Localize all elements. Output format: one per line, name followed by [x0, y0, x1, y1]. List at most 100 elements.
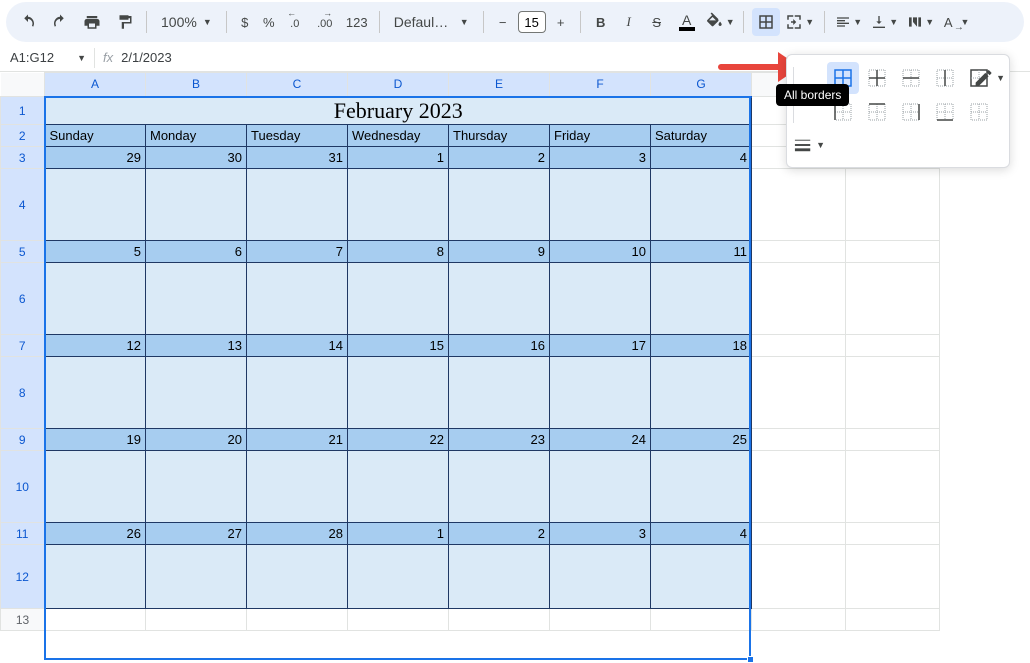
more-formats-button[interactable]: 123 [343, 8, 371, 36]
calendar-cell[interactable] [146, 263, 247, 335]
italic-button[interactable]: I [617, 8, 641, 36]
calendar-cell[interactable] [651, 169, 752, 241]
undo-button[interactable] [14, 8, 42, 36]
row-header[interactable]: 5 [1, 241, 45, 263]
calendar-cell[interactable] [146, 357, 247, 429]
paint-format-button[interactable] [110, 8, 138, 36]
border-top-button[interactable] [861, 96, 893, 128]
calendar-cell[interactable] [651, 545, 752, 609]
calendar-cell[interactable] [449, 545, 550, 609]
col-header[interactable]: A [45, 73, 146, 97]
calendar-day[interactable]: 15 [348, 335, 449, 357]
increase-font-button[interactable]: + [550, 8, 572, 36]
row-header[interactable]: 7 [1, 335, 45, 357]
font-family-dropdown[interactable]: Defaul…▼ [388, 14, 475, 30]
cell[interactable] [752, 429, 846, 451]
row-header[interactable]: 3 [1, 147, 45, 169]
border-vertical-button[interactable] [929, 62, 961, 94]
col-header[interactable]: C [247, 73, 348, 97]
cell[interactable] [846, 357, 940, 429]
calendar-cell[interactable] [146, 451, 247, 523]
calendar-day[interactable]: 20 [146, 429, 247, 451]
cell[interactable] [846, 169, 940, 241]
calendar-cell[interactable] [247, 169, 348, 241]
cell[interactable] [846, 241, 940, 263]
calendar-cell[interactable] [550, 357, 651, 429]
calendar-title[interactable]: February 2023 [45, 97, 752, 125]
border-style-button[interactable]: ▼ [793, 129, 825, 161]
calendar-cell[interactable] [449, 169, 550, 241]
cell[interactable] [846, 451, 940, 523]
calendar-cell[interactable] [348, 357, 449, 429]
calendar-dow[interactable]: Friday [550, 125, 651, 147]
horizontal-align-button[interactable]: ▼ [833, 8, 865, 36]
cell[interactable] [752, 357, 846, 429]
calendar-day[interactable]: 28 [247, 523, 348, 545]
strikethrough-button[interactable]: S [645, 8, 669, 36]
calendar-dow[interactable]: Saturday [651, 125, 752, 147]
col-header[interactable]: G [651, 73, 752, 97]
calendar-cell[interactable] [550, 545, 651, 609]
calendar-day[interactable]: 27 [146, 523, 247, 545]
calendar-cell[interactable] [348, 451, 449, 523]
calendar-cell[interactable] [45, 169, 146, 241]
calendar-day[interactable]: 10 [550, 241, 651, 263]
border-bottom-button[interactable] [929, 96, 961, 128]
col-header[interactable]: B [146, 73, 247, 97]
calendar-cell[interactable] [550, 263, 651, 335]
calendar-cell[interactable] [550, 169, 651, 241]
calendar-cell[interactable] [348, 545, 449, 609]
select-all-corner[interactable] [1, 73, 45, 97]
calendar-day[interactable]: 30 [146, 147, 247, 169]
calendar-cell[interactable] [45, 357, 146, 429]
col-header[interactable]: E [449, 73, 550, 97]
col-header[interactable]: D [348, 73, 449, 97]
text-wrap-button[interactable]: ▼ [905, 8, 937, 36]
calendar-dow[interactable]: Sunday [45, 125, 146, 147]
calendar-day[interactable]: 14 [247, 335, 348, 357]
decrease-font-button[interactable]: − [492, 8, 514, 36]
calendar-cell[interactable] [449, 357, 550, 429]
calendar-day[interactable]: 11 [651, 241, 752, 263]
calendar-day[interactable]: 21 [247, 429, 348, 451]
calendar-day[interactable]: 6 [146, 241, 247, 263]
calendar-day[interactable]: 17 [550, 335, 651, 357]
print-button[interactable] [78, 8, 106, 36]
calendar-cell[interactable] [651, 263, 752, 335]
vertical-align-button[interactable]: ▼ [869, 8, 901, 36]
cell[interactable] [846, 523, 940, 545]
calendar-day[interactable]: 4 [651, 147, 752, 169]
calendar-day[interactable]: 3 [550, 523, 651, 545]
calendar-day[interactable]: 7 [247, 241, 348, 263]
name-box[interactable]: A1:G12▼ [0, 50, 94, 65]
fill-color-button[interactable]: ▼ [705, 8, 735, 36]
calendar-cell[interactable] [550, 451, 651, 523]
currency-button[interactable]: $ [235, 8, 255, 36]
font-size-input[interactable] [518, 11, 546, 33]
border-inner-button[interactable] [861, 62, 893, 94]
text-color-button[interactable]: A [673, 8, 701, 36]
text-rotation-button[interactable]: A→▼ [941, 8, 973, 36]
calendar-dow[interactable]: Thursday [449, 125, 550, 147]
calendar-cell[interactable] [449, 451, 550, 523]
calendar-cell[interactable] [45, 451, 146, 523]
zoom-dropdown[interactable]: 100%▼ [155, 14, 218, 30]
calendar-cell[interactable] [45, 545, 146, 609]
border-horizontal-button[interactable] [895, 62, 927, 94]
calendar-day[interactable]: 26 [45, 523, 146, 545]
calendar-cell[interactable] [247, 451, 348, 523]
border-color-button[interactable]: ▼ [973, 62, 1005, 94]
calendar-day[interactable]: 25 [651, 429, 752, 451]
formula-input[interactable]: 2/1/2023 [121, 50, 172, 65]
calendar-dow[interactable]: Wednesday [348, 125, 449, 147]
calendar-day[interactable]: 8 [348, 241, 449, 263]
calendar-day[interactable]: 16 [449, 335, 550, 357]
borders-button[interactable] [752, 8, 780, 36]
cell[interactable] [752, 335, 846, 357]
cell[interactable] [846, 335, 940, 357]
calendar-cell[interactable] [45, 263, 146, 335]
selection-handle[interactable] [747, 656, 754, 663]
calendar-dow[interactable]: Tuesday [247, 125, 348, 147]
cell[interactable] [752, 545, 846, 609]
percent-button[interactable]: % [259, 8, 279, 36]
